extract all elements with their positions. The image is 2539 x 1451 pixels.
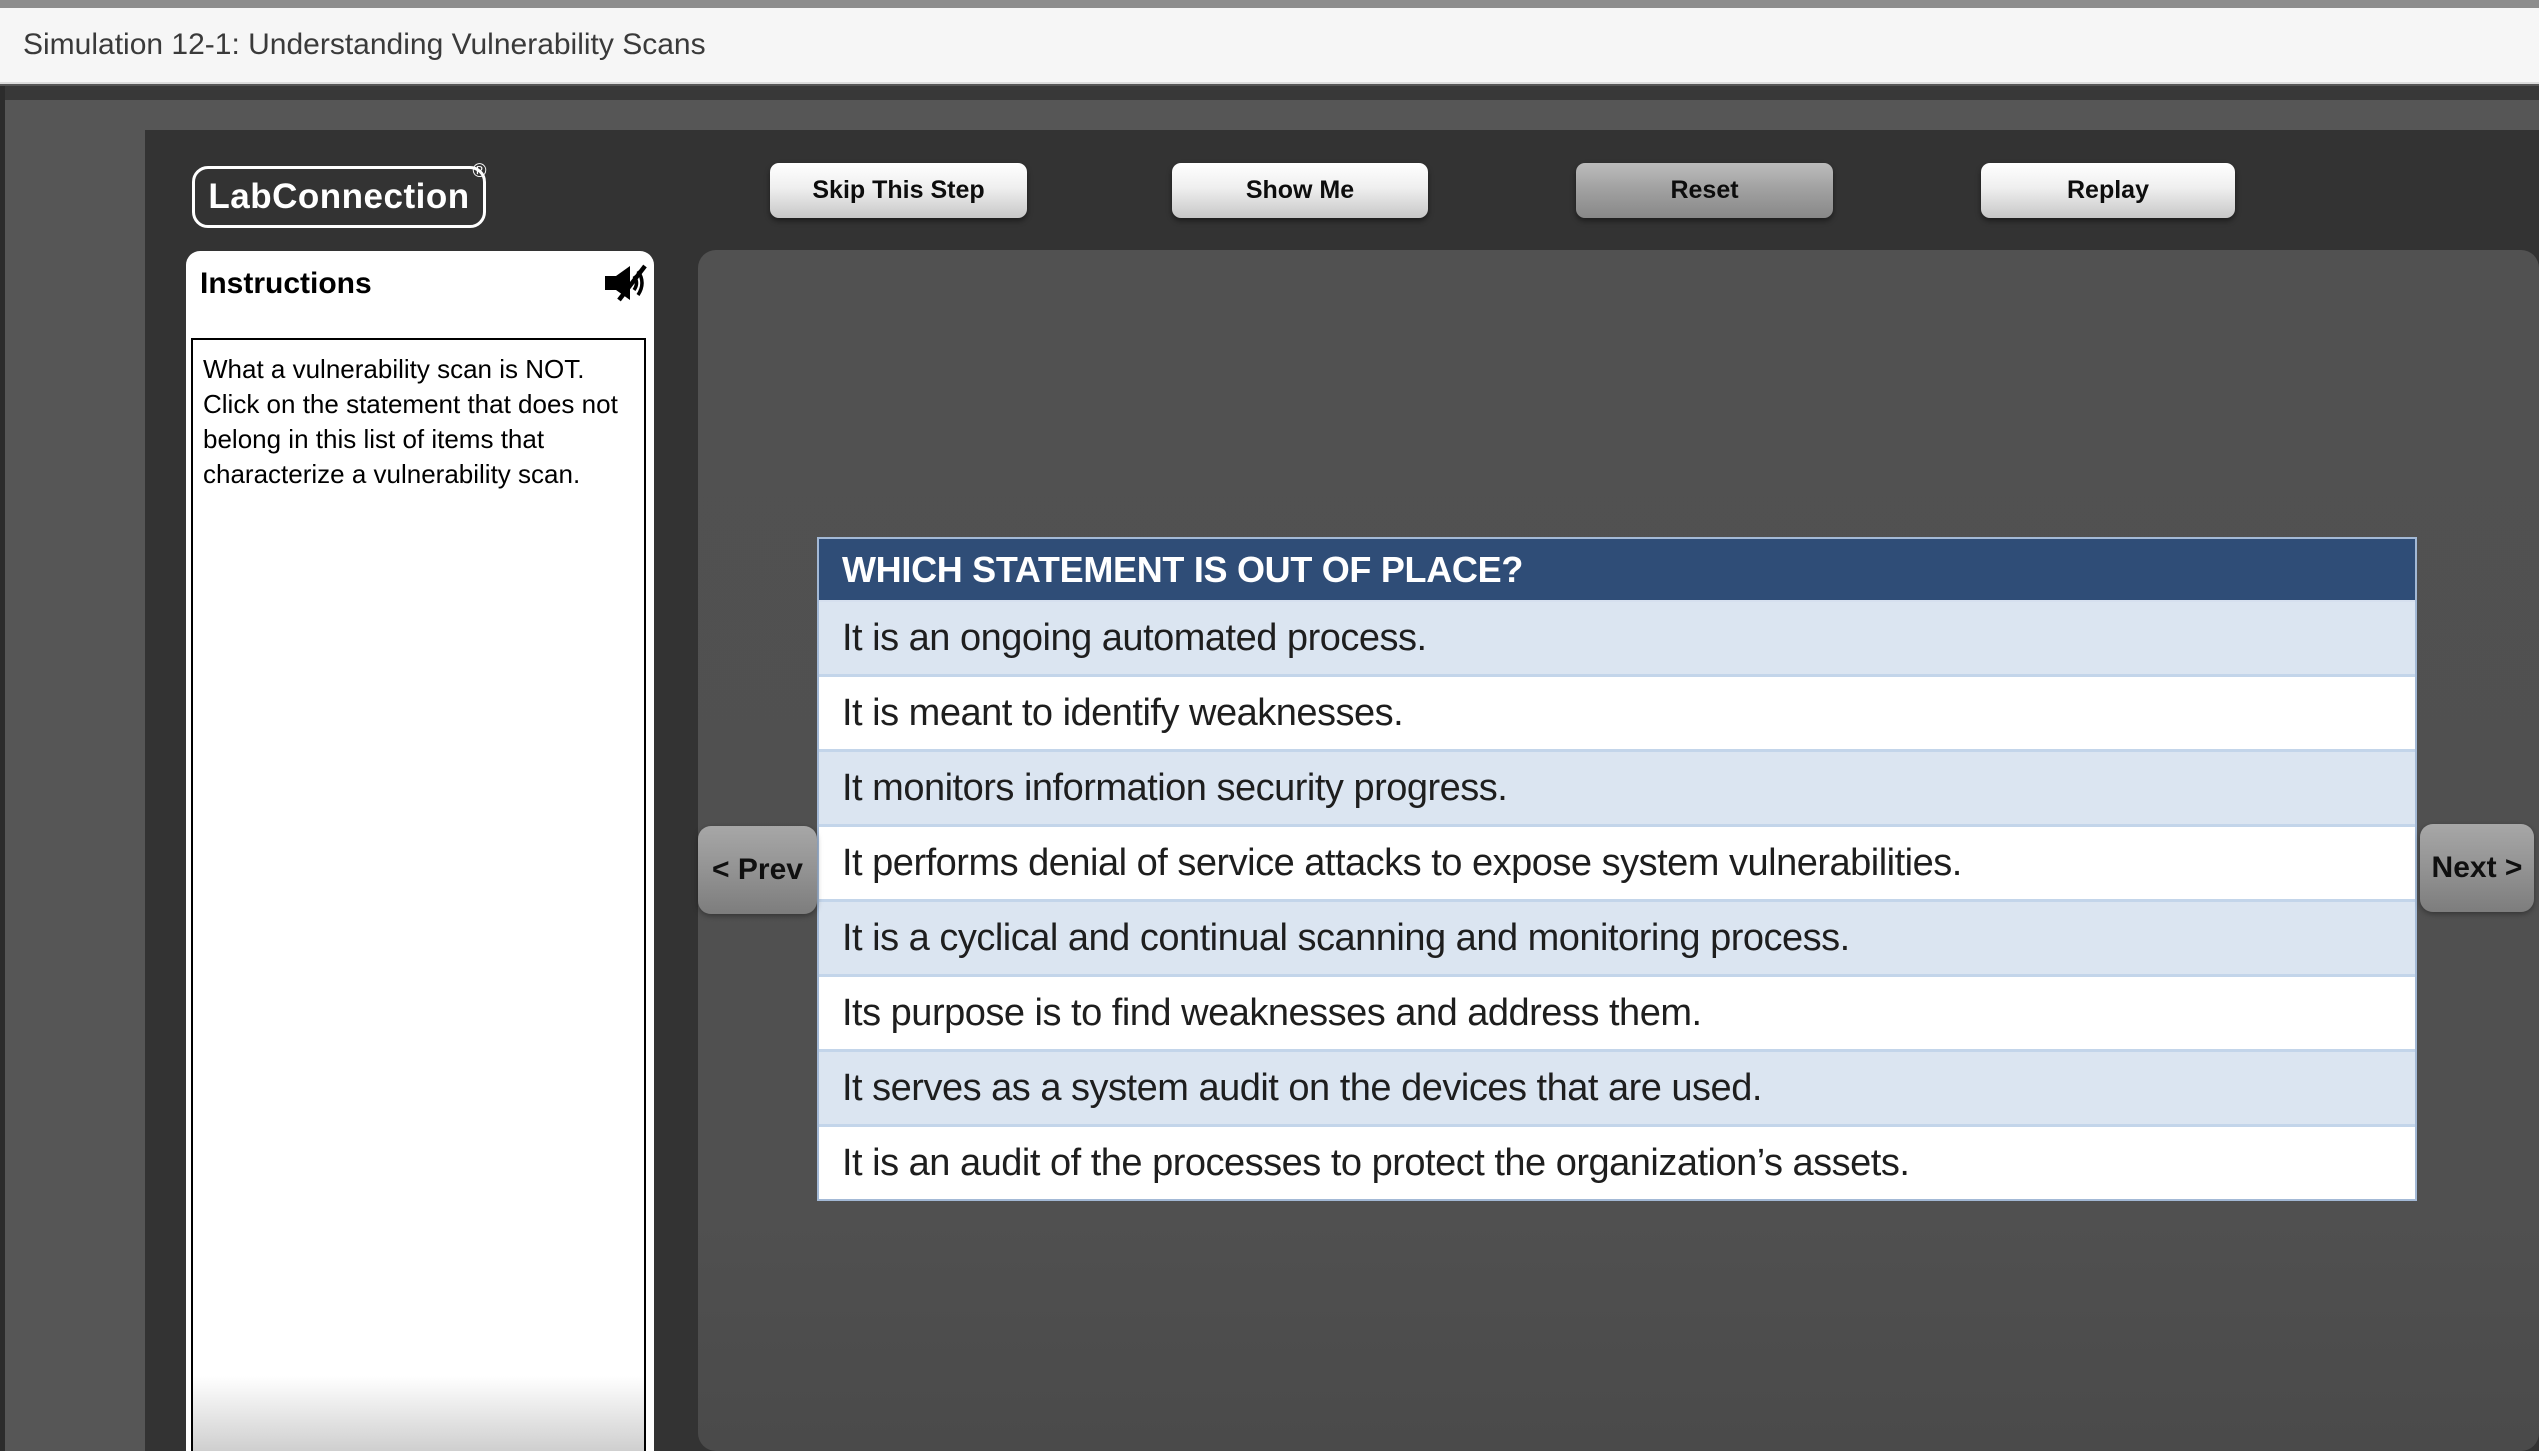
instructions-panel: Instructions What a vulnerability scan i… [186, 251, 654, 1451]
skip-this-step-button[interactable]: Skip This Step [770, 163, 1027, 218]
instructions-text-box: What a vulnerability scan is NOT. Click … [191, 338, 646, 1451]
page-title: Simulation 12-1: Understanding Vulnerabi… [23, 28, 706, 62]
instructions-heading: Instructions [200, 267, 372, 301]
quiz-table-header: WHICH STATEMENT IS OUT OF PLACE? [819, 539, 2415, 600]
header-divider-strip [0, 86, 2539, 100]
simulation-panel: LabConnection ® Skip This Step Show Me R… [145, 130, 2539, 1451]
instructions-text: What a vulnerability scan is NOT. Click … [193, 340, 644, 504]
title-bar: Simulation 12-1: Understanding Vulnerabi… [0, 8, 2539, 84]
next-button[interactable]: Next > [2420, 824, 2534, 912]
replay-button[interactable]: Replay [1981, 163, 2235, 218]
quiz-table: WHICH STATEMENT IS OUT OF PLACE? It is a… [817, 537, 2417, 1201]
statement-row[interactable]: It is a cyclical and continual scanning … [819, 899, 2415, 974]
left-edge-strip [0, 86, 5, 1451]
statement-row[interactable]: It is an ongoing automated process. [819, 600, 2415, 674]
muted-speaker-icon[interactable] [604, 263, 648, 305]
labconnection-logo: LabConnection ® [192, 166, 486, 228]
window-top-strip [0, 0, 2539, 8]
prev-button[interactable]: < Prev [698, 826, 817, 914]
logo-text: LabConnection [208, 177, 469, 217]
statement-row[interactable]: It is an audit of the processes to prote… [819, 1124, 2415, 1199]
show-me-button[interactable]: Show Me [1172, 163, 1428, 218]
quiz-statement-list: It is an ongoing automated process. It i… [819, 600, 2415, 1199]
statement-row[interactable]: Its purpose is to find weaknesses and ad… [819, 974, 2415, 1049]
registered-trademark: ® [473, 161, 488, 183]
statement-row[interactable]: It is meant to identify weaknesses. [819, 674, 2415, 749]
statement-row[interactable]: It monitors information security progres… [819, 749, 2415, 824]
reset-button[interactable]: Reset [1576, 163, 1833, 218]
statement-row[interactable]: It serves as a system audit on the devic… [819, 1049, 2415, 1124]
statement-row[interactable]: It performs denial of service attacks to… [819, 824, 2415, 899]
